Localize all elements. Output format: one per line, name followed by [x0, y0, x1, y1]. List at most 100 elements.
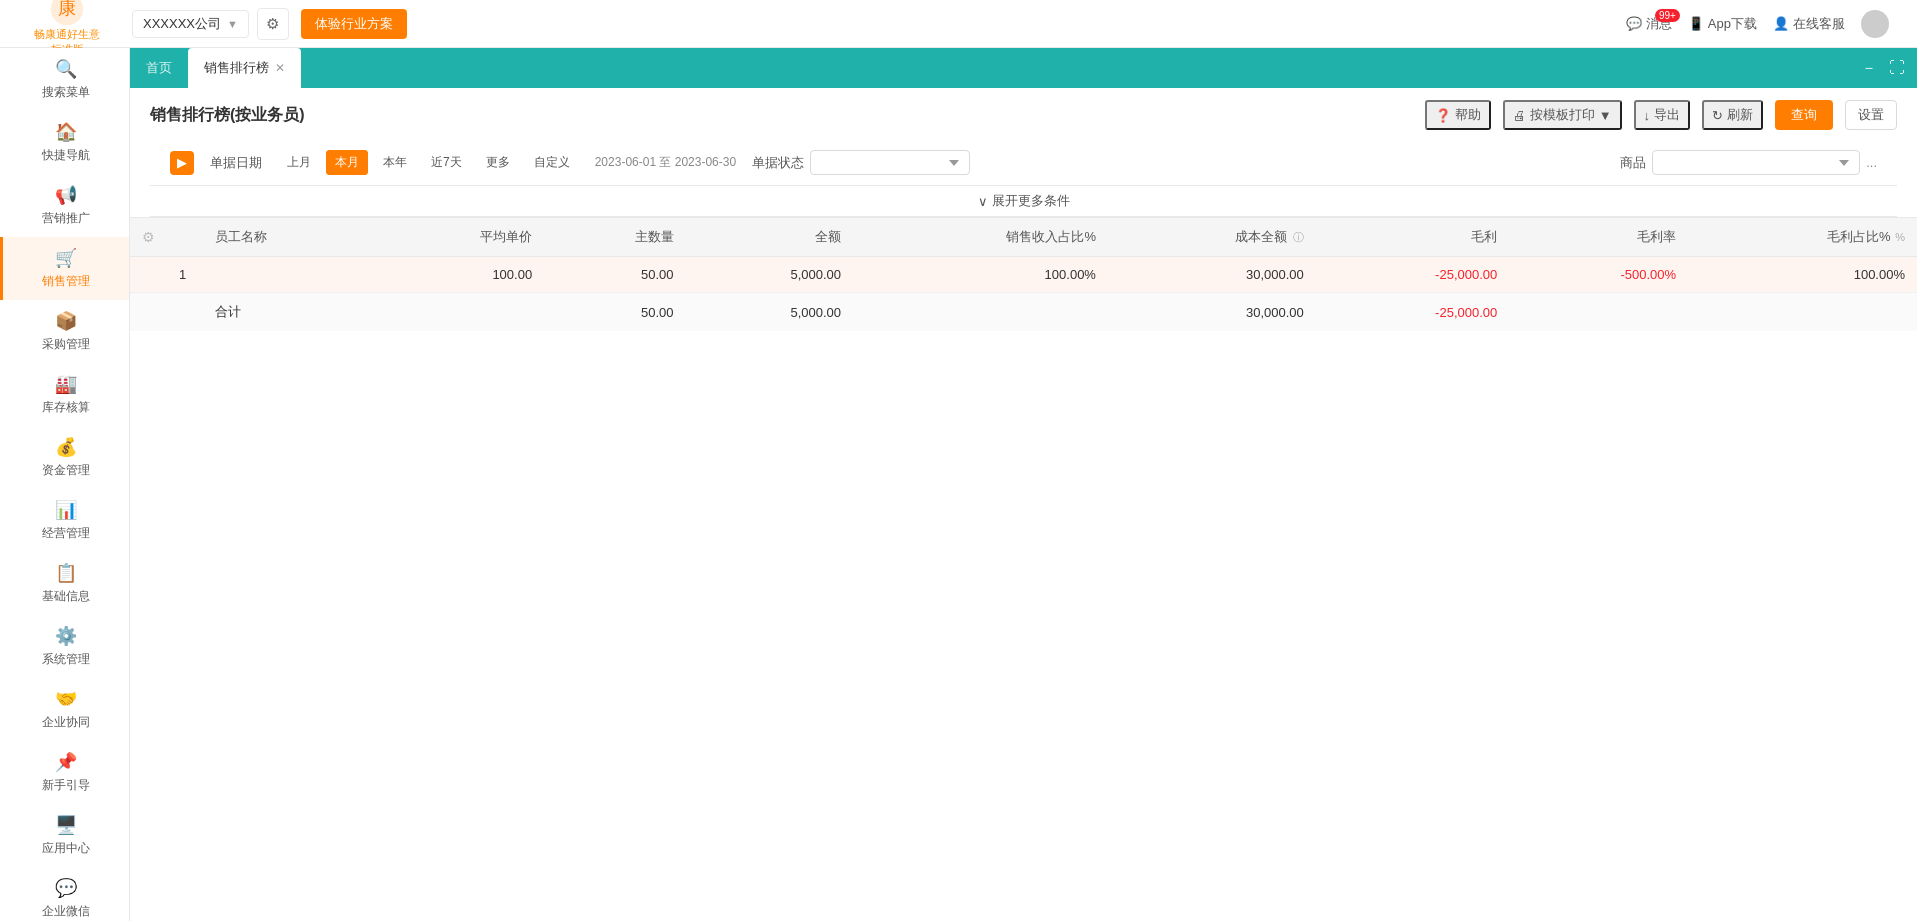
message-button[interactable]: 💬 消息 99+: [1626, 15, 1672, 33]
row-rank: 1: [167, 257, 203, 293]
sidebar-item-wechat[interactable]: 💬 企业微信: [0, 867, 129, 921]
row-settings-cell: [130, 257, 167, 293]
search-icon: 🔍: [55, 58, 77, 80]
purchase-icon: 📦: [55, 310, 77, 332]
sidebar-item-basic[interactable]: 📋 基础信息: [0, 552, 129, 615]
filter-collapse-button[interactable]: ▶: [170, 151, 194, 175]
gross-pct-icon[interactable]: %: [1895, 231, 1905, 243]
filter-more-icon[interactable]: ...: [1866, 155, 1877, 170]
sidebar-item-sales[interactable]: 🛒 销售管理: [0, 237, 129, 300]
sidebar-item-inventory[interactable]: 🏭 库存核算: [0, 363, 129, 426]
company-name: XXXXXX公司: [143, 15, 221, 33]
cooperation-icon: 🤝: [55, 688, 77, 710]
content-area: 首页 销售排行榜 ✕ － ⛶ 销售排行榜(按业务员) ❓ 帮助: [130, 48, 1917, 921]
date-last7-btn[interactable]: 近7天: [422, 150, 471, 175]
sidebar-item-system[interactable]: ⚙️ 系统管理: [0, 615, 129, 678]
sidebar-item-purchase[interactable]: 📦 采购管理: [0, 300, 129, 363]
sidebar-item-operation[interactable]: 📊 经营管理: [0, 489, 129, 552]
tab-home-label: 首页: [146, 59, 172, 77]
sidebar-item-cooperation[interactable]: 🤝 企业协同: [0, 678, 129, 741]
refresh-label: 刷新: [1727, 106, 1753, 124]
help-button[interactable]: ❓ 帮助: [1425, 100, 1491, 130]
app-download-button[interactable]: 📱 App下载: [1688, 15, 1757, 33]
col-gross-pct: 毛利占比% %: [1688, 218, 1917, 257]
logo-icon: 康: [49, 0, 85, 27]
footer-gross-rate: [1509, 293, 1688, 332]
row-quantity: 50.00: [544, 257, 685, 293]
tab-bar-actions: － ⛶: [1857, 54, 1917, 83]
col-avg-price: 平均单价: [374, 218, 545, 257]
marketing-icon: 📢: [55, 184, 77, 206]
tab-home[interactable]: 首页: [130, 48, 188, 88]
settings-button[interactable]: 设置: [1845, 100, 1897, 130]
tab-sales-ranking[interactable]: 销售排行榜 ✕: [188, 48, 301, 88]
company-settings-button[interactable]: ⚙: [257, 8, 289, 40]
date-this-month-btn[interactable]: 本月: [326, 150, 368, 175]
sidebar-label-marketing: 营销推广: [42, 210, 90, 227]
date-this-year-btn[interactable]: 本年: [374, 150, 416, 175]
status-label: 单据状态: [752, 154, 804, 172]
wechat-icon: 💬: [55, 877, 77, 899]
expand-more-label: 展开更多条件: [992, 192, 1070, 210]
sidebar: 🔍 搜索菜单 🏠 快捷导航 📢 营销推广 🛒 销售管理 📦 采购管理 🏭 库存核…: [0, 48, 130, 921]
online-service-label: 在线客服: [1793, 15, 1845, 33]
sidebar-label-finance: 资金管理: [42, 462, 90, 479]
sidebar-item-marketing[interactable]: 📢 营销推广: [0, 174, 129, 237]
sales-icon: 🛒: [55, 247, 77, 269]
filter-row: ▶ 单据日期 上月 本月 本年 近7天 更多 自定义 2023-06-01 至 …: [150, 140, 1897, 186]
status-select[interactable]: [810, 150, 970, 175]
sidebar-item-finance[interactable]: 💰 资金管理: [0, 426, 129, 489]
online-service-button[interactable]: 👤 在线客服: [1773, 15, 1845, 33]
trial-button[interactable]: 体验行业方案: [301, 9, 407, 39]
tab-close-icon[interactable]: ✕: [275, 61, 285, 75]
footer-sales-pct: [853, 293, 1108, 332]
row-gross: -25,000.00: [1316, 257, 1509, 293]
main-layout: 🔍 搜索菜单 🏠 快捷导航 📢 营销推广 🛒 销售管理 📦 采购管理 🏭 库存核…: [0, 48, 1917, 921]
footer-gross: -25,000.00: [1316, 293, 1509, 332]
footer-gross-pct: [1688, 293, 1917, 332]
help-label: 帮助: [1455, 106, 1481, 124]
sidebar-item-quick-nav[interactable]: 🏠 快捷导航: [0, 111, 129, 174]
sidebar-label-system: 系统管理: [42, 651, 90, 668]
company-selector[interactable]: XXXXXX公司 ▼: [132, 10, 249, 38]
sidebar-item-appstore[interactable]: 🖥️ 应用中心: [0, 804, 129, 867]
date-more-btn[interactable]: 更多: [477, 150, 519, 175]
column-settings-icon[interactable]: ⚙: [142, 229, 155, 245]
tab-minimize-button[interactable]: －: [1857, 54, 1881, 83]
row-gross-rate: -500.00%: [1509, 257, 1688, 293]
date-range-text: 2023-06-01 至 2023-06-30: [595, 154, 736, 171]
system-icon: ⚙️: [55, 625, 77, 647]
sidebar-item-guide[interactable]: 📌 新手引导: [0, 741, 129, 804]
tab-maximize-button[interactable]: ⛶: [1885, 55, 1909, 81]
avatar[interactable]: [1861, 10, 1889, 38]
row-sales-pct: 100.00%: [853, 257, 1108, 293]
row-amount: 5,000.00: [686, 257, 853, 293]
footer-amount: 5,000.00: [686, 293, 853, 332]
page-header: 销售排行榜(按业务员) ❓ 帮助 🖨 按模板打印 ▼ ↓: [130, 88, 1917, 218]
basic-icon: 📋: [55, 562, 77, 584]
query-button[interactable]: 查询: [1775, 100, 1833, 130]
sidebar-item-search[interactable]: 🔍 搜索菜单: [0, 48, 129, 111]
status-filter: 单据状态: [752, 150, 970, 175]
print-button[interactable]: 🖨 按模板打印 ▼: [1503, 100, 1622, 130]
goods-input[interactable]: [1652, 150, 1860, 175]
sidebar-label-sales: 销售管理: [42, 273, 90, 290]
company-dropdown-icon: ▼: [227, 18, 238, 30]
page-title: 销售排行榜(按业务员): [150, 105, 305, 126]
app-download-label: App下载: [1708, 15, 1757, 33]
refresh-button[interactable]: ↻ 刷新: [1702, 100, 1763, 130]
date-custom-btn[interactable]: 自定义: [525, 150, 579, 175]
expand-more-button[interactable]: ∨ 展开更多条件: [150, 186, 1897, 217]
cost-help-icon[interactable]: ⓘ: [1293, 231, 1304, 243]
date-last-month-btn[interactable]: 上月: [278, 150, 320, 175]
sidebar-label-appstore: 应用中心: [42, 840, 90, 857]
top-bar: 康 畅康通好生意 标准版 XXXXXX公司 ▼ ⚙ 体验行业方案 💬 消息 99…: [0, 0, 1917, 48]
svg-text:康: 康: [58, 0, 76, 18]
operation-icon: 📊: [55, 499, 77, 521]
col-quantity: 主数量: [544, 218, 685, 257]
sidebar-label-basic: 基础信息: [42, 588, 90, 605]
export-label: 导出: [1654, 106, 1680, 124]
col-rank: [167, 218, 203, 257]
export-button[interactable]: ↓ 导出: [1634, 100, 1691, 130]
refresh-icon: ↻: [1712, 108, 1723, 123]
